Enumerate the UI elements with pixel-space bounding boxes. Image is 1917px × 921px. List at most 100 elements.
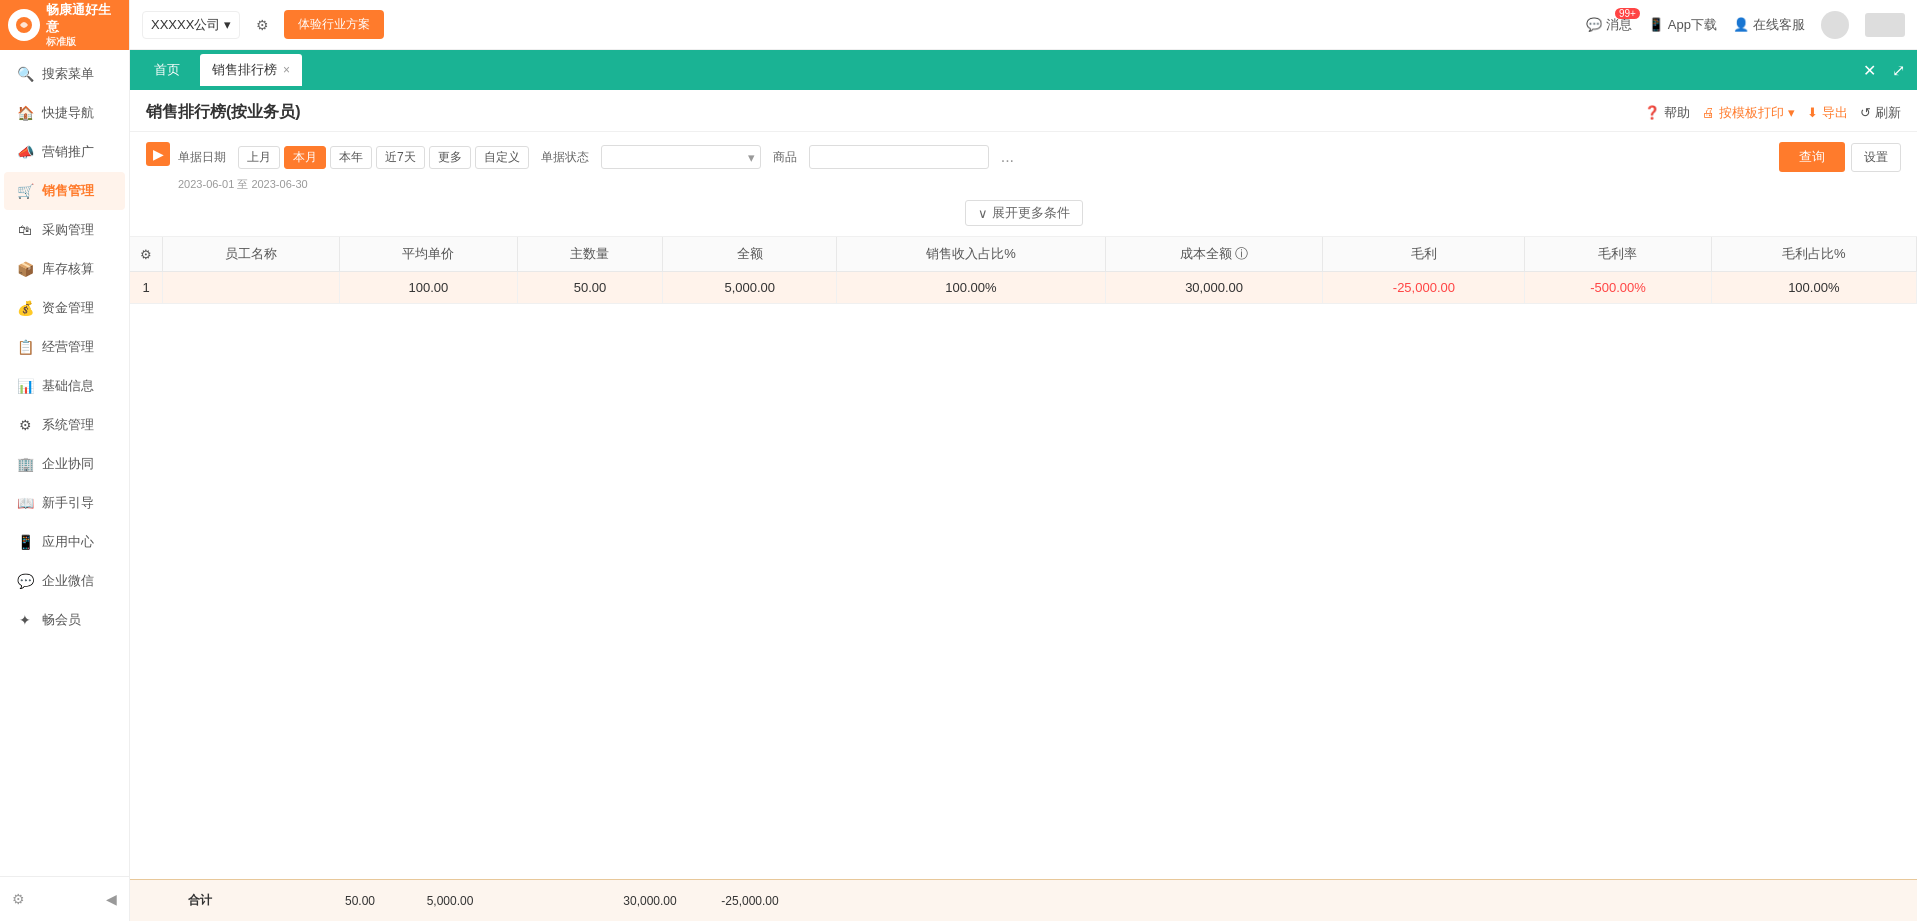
table-header-row: ⚙ 员工名称 平均单价 主数量 全额 销售收入占比% 成本全额 ⓘ 毛利 毛利率… <box>130 237 1917 272</box>
tab-close-btn[interactable]: × <box>283 63 290 77</box>
sidebar-item-wechat[interactable]: 💬 企业微信 <box>4 562 125 600</box>
tab-close-window-btn[interactable]: ✕ <box>1859 59 1880 82</box>
sidebar-item-app-center[interactable]: 📱 应用中心 <box>4 523 125 561</box>
help-icon: ❓ <box>1644 105 1660 120</box>
footer-cost-total: 30,000.00 <box>600 890 700 912</box>
col-sales-ratio: 销售收入占比% <box>837 237 1106 272</box>
search-icon: 🔍 <box>16 66 34 82</box>
sidebar-item-system[interactable]: ⚙ 系统管理 <box>4 406 125 444</box>
col-total: 全额 <box>663 237 837 272</box>
marketing-icon: 📣 <box>16 144 34 160</box>
col-employee: 员工名称 <box>163 237 340 272</box>
tab-home[interactable]: 首页 <box>138 50 196 90</box>
help-btn[interactable]: ❓ 帮助 <box>1644 104 1690 122</box>
last7-btn[interactable]: 近7天 <box>376 146 425 169</box>
print-btn[interactable]: 🖨 按模板打印 ▾ <box>1702 104 1795 122</box>
goods-input[interactable] <box>809 145 989 169</box>
company-name: XXXXX公司 <box>151 16 220 34</box>
cell-sales-ratio: 100.00% <box>837 272 1106 304</box>
sidebar-item-operations[interactable]: 📋 经营管理 <box>4 328 125 366</box>
message-icon: 💬 <box>1586 17 1602 32</box>
cell-gross-margin: -500.00% <box>1525 272 1711 304</box>
footer-label: 合计 <box>160 888 240 913</box>
expand-more-row: ∨ 展开更多条件 <box>146 200 1901 226</box>
sidebar-item-finance[interactable]: 💰 资金管理 <box>4 289 125 327</box>
last-month-btn[interactable]: 上月 <box>238 146 280 169</box>
sidebar-item-marketing[interactable]: 📣 营销推广 <box>4 133 125 171</box>
this-year-btn[interactable]: 本年 <box>330 146 372 169</box>
sidebar-item-quick-nav[interactable]: 🏠 快捷导航 <box>4 94 125 132</box>
status-select-wrap <box>601 145 761 169</box>
footer-main-qty: 50.00 <box>320 890 400 912</box>
sidebar-item-basic-info[interactable]: 📊 基础信息 <box>4 367 125 405</box>
service-icon: 👤 <box>1733 17 1749 32</box>
table-footer: 合计 50.00 5,000.00 30,000.00 -25,000.00 <box>130 879 1917 921</box>
message-badge: 99+ <box>1615 8 1640 19</box>
dropdown-arrow-icon: ▾ <box>224 17 231 32</box>
cell-cost-total: 30,000.00 <box>1105 272 1323 304</box>
footer-gross-ratio <box>900 897 1000 905</box>
sidebar-item-inventory[interactable]: 📦 库存核算 <box>4 250 125 288</box>
trial-btn[interactable]: 体验行业方案 <box>284 10 384 39</box>
app-center-icon: 📱 <box>16 534 34 550</box>
cell-total: 5,000.00 <box>663 272 837 304</box>
expand-down-icon: ∨ <box>978 206 988 221</box>
col-cost-total: 成本全额 ⓘ <box>1105 237 1323 272</box>
export-btn[interactable]: ⬇ 导出 <box>1807 104 1848 122</box>
company-settings-btn[interactable]: ⚙ <box>248 11 276 39</box>
settings-page-btn[interactable]: 设置 <box>1851 143 1901 172</box>
cell-employee <box>163 272 340 304</box>
more-options-dots[interactable]: ... <box>1001 148 1014 166</box>
tab-maximize-btn[interactable]: ⤢ <box>1888 59 1909 82</box>
user-name <box>1865 13 1905 37</box>
table-wrap: ⚙ 员工名称 平均单价 主数量 全额 销售收入占比% 成本全额 ⓘ 毛利 毛利率… <box>130 237 1917 879</box>
col-gross-ratio: 毛利占比% <box>1711 237 1916 272</box>
guide-icon: 📖 <box>16 495 34 511</box>
table-row: 1 100.00 50.00 5,000.00 100.00% 30,000.0… <box>130 272 1917 304</box>
sidebar-item-guide[interactable]: 📖 新手引导 <box>4 484 125 522</box>
refresh-btn[interactable]: ↺ 刷新 <box>1860 104 1901 122</box>
sidebar-item-search[interactable]: 🔍 搜索菜单 <box>4 55 125 93</box>
tab-bar: 首页 销售排行榜 × ✕ ⤢ <box>130 50 1917 90</box>
filter-area: ▶ 单据日期 上月 本月 本年 近7天 更多 自定义 <box>130 132 1917 237</box>
footer-gross-profit: -25,000.00 <box>700 890 800 912</box>
page-header: 销售排行榜(按业务员) ❓ 帮助 🖨 按模板打印 ▾ ⬇ 导出 <box>130 90 1917 132</box>
settings-bottom-btn[interactable]: ⚙ <box>4 885 33 913</box>
sidebar-logo: 畅康通好生意 标准版 <box>0 0 129 50</box>
query-btn[interactable]: 查询 <box>1779 142 1845 172</box>
sidebar-item-member[interactable]: ✦ 畅会员 <box>4 601 125 639</box>
avatar[interactable] <box>1821 11 1849 39</box>
main-area: XXXXX公司 ▾ ⚙ 体验行业方案 💬 消息 99+ 📱 App下载 👤 在线… <box>130 0 1917 921</box>
message-btn[interactable]: 💬 消息 99+ <box>1586 16 1632 34</box>
sidebar-item-enterprise[interactable]: 🏢 企业协同 <box>4 445 125 483</box>
filter-expand-arrow[interactable]: ▶ <box>146 142 170 166</box>
logo-icon <box>8 9 40 41</box>
status-select[interactable] <box>601 145 761 169</box>
purchase-icon: 🛍 <box>16 222 34 238</box>
system-icon: ⚙ <box>16 417 34 433</box>
header-right: 💬 消息 99+ 📱 App下载 👤 在线客服 <box>1586 11 1905 39</box>
collapse-sidebar-btn[interactable]: ◀ <box>98 885 125 913</box>
online-service-btn[interactable]: 👤 在线客服 <box>1733 16 1805 34</box>
sales-icon: 🛒 <box>16 183 34 199</box>
sidebar-item-sales[interactable]: 🛒 销售管理 <box>4 172 125 210</box>
tab-sales-ranking[interactable]: 销售排行榜 × <box>200 54 302 86</box>
wechat-icon: 💬 <box>16 573 34 589</box>
app-download-btn[interactable]: 📱 App下载 <box>1648 16 1717 34</box>
col-main-qty: 主数量 <box>517 237 663 272</box>
sidebar-nav: 🔍 搜索菜单 🏠 快捷导航 📣 营销推广 🛒 销售管理 🛍 采购管理 📦 库存核… <box>0 50 129 876</box>
expand-more-btn[interactable]: ∨ 展开更多条件 <box>965 200 1083 226</box>
company-selector[interactable]: XXXXX公司 ▾ <box>142 11 240 39</box>
cell-main-qty: 50.00 <box>517 272 663 304</box>
this-month-btn[interactable]: 本月 <box>284 146 326 169</box>
cell-avg-price: 100.00 <box>340 272 517 304</box>
custom-date-btn[interactable]: 自定义 <box>475 146 529 169</box>
finance-icon: 💰 <box>16 300 34 316</box>
inventory-icon: 📦 <box>16 261 34 277</box>
operations-icon: 📋 <box>16 339 34 355</box>
col-settings[interactable]: ⚙ <box>130 237 163 272</box>
more-dates-btn[interactable]: 更多 <box>429 146 471 169</box>
cell-rank: 1 <box>130 272 163 304</box>
tab-actions: ✕ ⤢ <box>1859 59 1909 82</box>
sidebar-item-purchase[interactable]: 🛍 采购管理 <box>4 211 125 249</box>
